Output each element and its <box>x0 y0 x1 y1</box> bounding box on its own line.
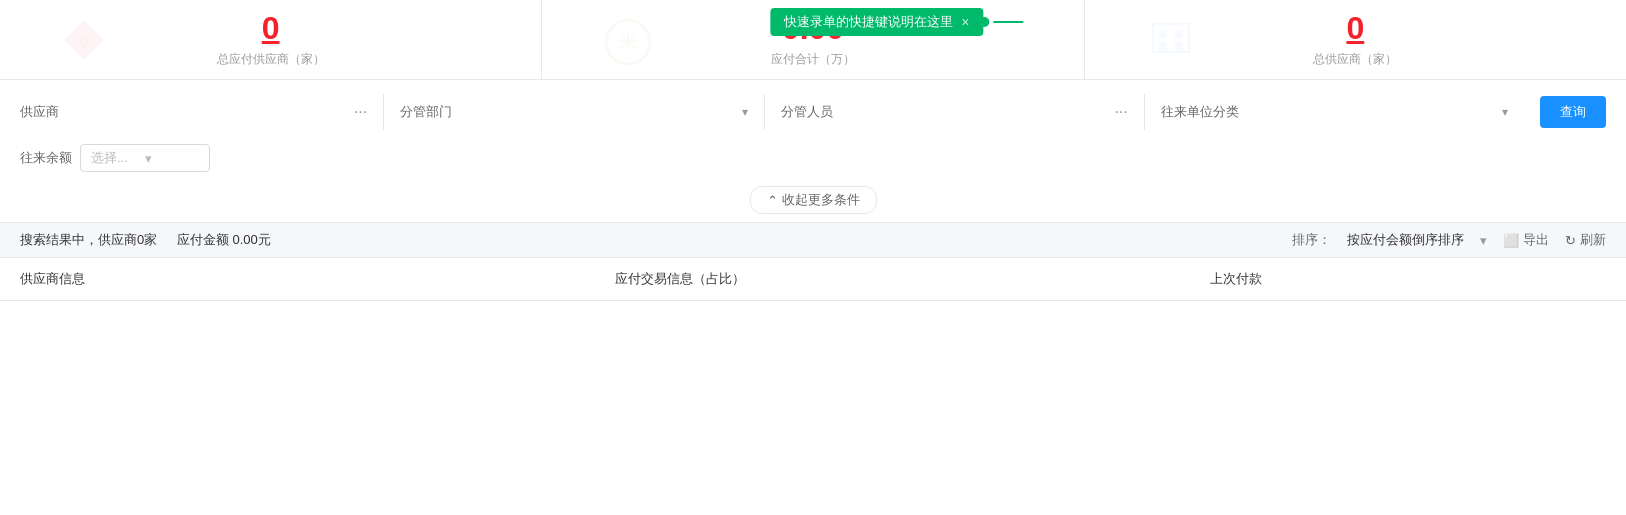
search-row-2: 往来余额 选择... ▾ <box>20 140 1606 176</box>
supplier-label: 供应商 <box>20 103 70 121</box>
export-icon: ⬜ <box>1503 233 1519 248</box>
unit-class-dropdown-icon[interactable]: ▾ <box>1502 105 1508 119</box>
tooltip-close-button[interactable]: × <box>961 14 969 30</box>
col-supplier-header: 供应商信息 <box>20 270 615 288</box>
refresh-label: 刷新 <box>1580 231 1606 249</box>
balance-placeholder: 选择... <box>91 149 145 167</box>
result-suppliers-text: 搜索结果中，供应商0家 <box>20 232 157 247</box>
payable-suppliers-number: 0 <box>262 11 280 46</box>
person-more-icon[interactable]: ··· <box>1114 103 1127 121</box>
person-input[interactable] <box>841 105 1111 120</box>
total-suppliers-number: 0 <box>1346 11 1364 46</box>
refresh-button[interactable]: ↻ 刷新 <box>1565 231 1606 249</box>
collapse-label: 收起更多条件 <box>782 191 860 209</box>
table-header: 供应商信息 应付交易信息（占比） 上次付款 <box>0 258 1626 301</box>
balance-field: 往来余额 选择... ▾ <box>20 140 210 176</box>
tooltip-text: 快速录单的快捷键说明在这里 <box>784 13 953 31</box>
export-label: 导出 <box>1523 231 1549 249</box>
col-transaction-header: 应付交易信息（占比） <box>615 270 1210 288</box>
col-payment-header: 上次付款 <box>1210 270 1607 288</box>
result-bar: 搜索结果中，供应商0家 应付金额 0.00元 排序： 按应付会额倒序排序 ▾ ⬜… <box>0 223 1626 258</box>
diamond-icon: ◇ <box>60 16 108 64</box>
balance-select[interactable]: 选择... ▾ <box>80 144 210 172</box>
stat-total-suppliers: 0 总供应商（家） <box>1085 0 1626 79</box>
collapse-button[interactable]: ⌃ 收起更多条件 <box>750 186 877 214</box>
tooltip-line <box>994 21 1024 23</box>
collapse-icon: ⌃ <box>767 193 778 208</box>
table-body <box>0 301 1626 515</box>
sort-chevron-icon[interactable]: ▾ <box>1480 233 1487 248</box>
supplier-field: 供应商 ··· <box>20 94 384 130</box>
building-icon <box>1145 16 1193 64</box>
person-label: 分管人员 <box>781 103 833 121</box>
refresh-icon: ↻ <box>1565 233 1576 248</box>
result-actions: 排序： 按应付会额倒序排序 ▾ ⬜ 导出 ↻ 刷新 <box>1292 231 1606 249</box>
export-button[interactable]: ⬜ 导出 <box>1503 231 1549 249</box>
unit-class-field: 往来单位分类 ▾ <box>1145 94 1524 130</box>
svg-rect-5 <box>1159 30 1167 38</box>
top-stats-bar: ◇ 0 总应付供应商（家） 米 0.00 应付合计（万） 快速录单的快捷键说明在… <box>0 0 1626 80</box>
svg-text:米: 米 <box>619 32 637 52</box>
sort-label: 排序： <box>1292 231 1331 249</box>
sort-value[interactable]: 按应付会额倒序排序 <box>1347 231 1464 249</box>
balance-dropdown-icon: ▾ <box>145 151 199 166</box>
shortcut-tooltip: 快速录单的快捷键说明在这里 × <box>770 8 983 36</box>
collapse-row: ⌃ 收起更多条件 <box>20 186 1606 222</box>
supplier-more-icon[interactable]: ··· <box>354 103 367 121</box>
payable-suppliers-label: 总应付供应商（家） <box>217 51 325 68</box>
department-dropdown-icon[interactable]: ▾ <box>742 105 748 119</box>
department-input[interactable] <box>460 105 737 120</box>
search-area: 供应商 ··· 分管部门 ▾ 分管人员 ··· 往来单位分类 ▾ 查询 往来余额… <box>0 80 1626 223</box>
balance-label: 往来余额 <box>20 149 72 167</box>
payable-total-label: 应付合计（万） <box>771 51 855 68</box>
svg-text:◇: ◇ <box>79 33 90 49</box>
result-amount-text: 应付金额 0.00元 <box>177 232 271 247</box>
result-text-area: 搜索结果中，供应商0家 应付金额 0.00元 <box>20 231 271 249</box>
department-field: 分管部门 ▾ <box>384 94 764 130</box>
stat-payable-suppliers: ◇ 0 总应付供应商（家） <box>0 0 542 79</box>
svg-rect-8 <box>1175 42 1183 52</box>
department-label: 分管部门 <box>400 103 452 121</box>
svg-rect-6 <box>1175 30 1183 38</box>
svg-rect-4 <box>1153 24 1189 52</box>
supplier-input[interactable] <box>78 105 350 120</box>
unit-class-label: 往来单位分类 <box>1161 103 1239 121</box>
person-field: 分管人员 ··· <box>765 94 1145 130</box>
stat-payable-total: 米 0.00 应付合计（万） 快速录单的快捷键说明在这里 × <box>542 0 1084 79</box>
total-suppliers-label: 总供应商（家） <box>1313 51 1397 68</box>
search-row-1: 供应商 ··· 分管部门 ▾ 分管人员 ··· 往来单位分类 ▾ 查询 <box>20 94 1606 130</box>
query-button[interactable]: 查询 <box>1540 96 1606 128</box>
coin-icon: 米 <box>602 16 650 64</box>
unit-class-input[interactable] <box>1247 105 1498 120</box>
svg-rect-7 <box>1159 42 1167 52</box>
